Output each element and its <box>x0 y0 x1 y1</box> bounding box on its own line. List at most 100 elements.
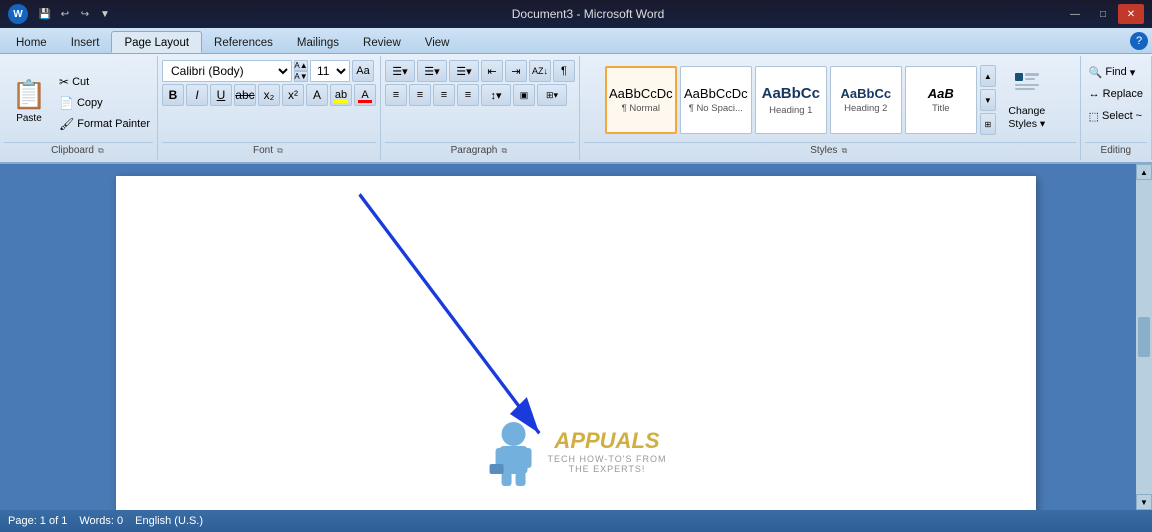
style-h2-text: AaBbCc <box>841 86 892 102</box>
styles-expand-button[interactable]: ⊞ <box>980 113 996 135</box>
scroll-up-button[interactable]: ▲ <box>1136 164 1152 180</box>
styles-label: Styles ⧉ <box>584 142 1076 158</box>
tab-review[interactable]: Review <box>351 31 413 53</box>
more-quick-btn[interactable]: ▼ <box>96 6 114 22</box>
borders-button[interactable]: ⊞▾ <box>537 84 567 106</box>
select-button[interactable]: ⬚ Select ~ <box>1085 106 1146 126</box>
line-spacing-button[interactable]: ↕▾ <box>481 84 511 106</box>
para-row1: ☰▾ ☰▾ ☰▾ ⇤ ⇥ AZ↓ ¶ <box>385 60 575 82</box>
style-h1-text: AaBbCc <box>762 85 820 103</box>
paragraph-expander[interactable]: ⧉ <box>499 146 509 156</box>
copy-button[interactable]: 📄 Copy <box>56 93 153 113</box>
strikethrough-button[interactable]: abc <box>234 84 256 106</box>
minimize-btn[interactable]: — <box>1062 4 1088 24</box>
styles-down-button[interactable]: ▼ <box>980 89 996 111</box>
replace-button[interactable]: ↔ Replace <box>1085 84 1147 104</box>
paragraph-group: ☰▾ ☰▾ ☰▾ ⇤ ⇥ AZ↓ ¶ ≡ ≡ ≡ ≡ ↕▾ ▣ ⊞▾ <box>381 56 580 160</box>
shading-button[interactable]: ▣ <box>513 84 535 106</box>
editing-content: 🔍 Find ▾ ↔ Replace ⬚ Select ~ <box>1085 58 1147 142</box>
undo-quick-btn[interactable]: ↩ <box>56 6 74 22</box>
quick-access-toolbar: 💾 ↩ ↪ ▼ <box>36 6 114 22</box>
font-row2: B I U abc x₂ x² A ab A <box>162 84 376 106</box>
style-h1-card[interactable]: AaBbCc Heading 1 <box>755 66 827 134</box>
underline-button[interactable]: U <box>210 84 232 106</box>
bullets-button[interactable]: ☰▾ <box>385 60 415 82</box>
tab-references[interactable]: References <box>202 31 285 53</box>
font-family-select[interactable]: Calibri (Body) <box>162 60 292 82</box>
superscript-button[interactable]: x² <box>282 84 304 106</box>
tab-insert[interactable]: Insert <box>59 31 112 53</box>
clipboard-label: Clipboard ⧉ <box>4 142 153 158</box>
clipboard-expander[interactable]: ⧉ <box>96 146 106 156</box>
replace-label: Replace <box>1103 88 1143 100</box>
replace-icon: ↔ <box>1089 88 1100 100</box>
font-expander[interactable]: ⧉ <box>275 146 285 156</box>
style-nospace-card[interactable]: AaBbCcDc ¶ No Spaci... <box>680 66 752 134</box>
style-title-card[interactable]: AaB Title <box>905 66 977 134</box>
document-page[interactable]: APPUALS TECH HOW-TO'S FROM THE EXPERTS! <box>116 176 1036 510</box>
save-quick-btn[interactable]: 💾 <box>36 6 54 22</box>
font-color-button[interactable]: A <box>354 84 376 106</box>
cut-label: Cut <box>72 76 89 88</box>
scroll-thumb[interactable] <box>1138 317 1150 357</box>
ribbon: 📋 Paste ✂ Cut 📄 Copy 🖌 Format Painter <box>0 54 1152 164</box>
increase-indent-button[interactable]: ⇥ <box>505 60 527 82</box>
font-color-indicator <box>358 100 372 103</box>
multilevel-button[interactable]: ☰▾ <box>449 60 479 82</box>
style-h1-label: Heading 1 <box>769 105 812 116</box>
font-content: Calibri (Body) A▲ A▼ 11 Aa B I U abc <box>162 58 376 142</box>
page-count: Page: 1 of 1 <box>8 515 67 527</box>
redo-quick-btn[interactable]: ↪ <box>76 6 94 22</box>
editing-label: Editing <box>1085 142 1147 158</box>
paragraph-label: Paragraph ⧉ <box>385 142 575 158</box>
tab-page-layout[interactable]: Page Layout <box>111 31 202 53</box>
grow-font-button[interactable]: A▲ <box>294 60 308 71</box>
style-normal-text: AaBbCcDc <box>609 86 673 102</box>
paste-button[interactable]: 📋 Paste <box>4 66 54 136</box>
style-title-label: Title <box>932 103 950 114</box>
ribbon-tabs: Home Insert Page Layout References Maili… <box>0 28 1152 54</box>
vertical-scrollbar[interactable]: ▲ ▼ <box>1136 164 1152 510</box>
align-right-button[interactable]: ≡ <box>433 84 455 106</box>
cut-button[interactable]: ✂ Cut <box>56 72 153 92</box>
style-title-text: AaB <box>928 86 954 102</box>
numbering-button[interactable]: ☰▾ <box>417 60 447 82</box>
bold-button[interactable]: B <box>162 84 184 106</box>
sort-button[interactable]: AZ↓ <box>529 60 551 82</box>
decrease-indent-button[interactable]: ⇤ <box>481 60 503 82</box>
subscript-button[interactable]: x₂ <box>258 84 280 106</box>
styles-up-button[interactable]: ▲ <box>980 65 996 87</box>
font-size-select[interactable]: 11 <box>310 60 350 82</box>
justify-button[interactable]: ≡ <box>457 84 479 106</box>
style-normal-card[interactable]: AaBbCcDc ¶ Normal <box>605 66 677 134</box>
show-hide-button[interactable]: ¶ <box>553 60 575 82</box>
clear-format-button[interactable]: Aa <box>352 60 374 82</box>
styles-expander[interactable]: ⧉ <box>839 146 849 156</box>
styles-group: AaBbCcDc ¶ Normal AaBbCcDc ¶ No Spaci...… <box>580 56 1081 160</box>
maximize-btn[interactable]: □ <box>1090 4 1116 24</box>
help-button[interactable]: ? <box>1130 32 1148 50</box>
close-btn[interactable]: ✕ <box>1118 4 1144 24</box>
tab-view[interactable]: View <box>413 31 462 53</box>
cut-icon: ✂ <box>59 75 69 89</box>
title-bar: W 💾 ↩ ↪ ▼ Document3 - Microsoft Word — □… <box>0 0 1152 28</box>
window-title: Document3 - Microsoft Word <box>512 7 665 21</box>
find-button[interactable]: 🔍 Find ▾ <box>1085 62 1140 82</box>
scroll-down-button[interactable]: ▼ <box>1136 494 1152 510</box>
tab-mailings[interactable]: Mailings <box>285 31 351 53</box>
format-painter-button[interactable]: 🖌 Format Painter <box>56 114 153 134</box>
align-center-button[interactable]: ≡ <box>409 84 431 106</box>
align-left-button[interactable]: ≡ <box>385 84 407 106</box>
tab-home[interactable]: Home <box>4 31 59 53</box>
style-h2-card[interactable]: AaBbCc Heading 2 <box>830 66 902 134</box>
select-label: Select ~ <box>1102 110 1142 122</box>
highlight-color-button[interactable]: ab <box>330 84 352 106</box>
font-group: Calibri (Body) A▲ A▼ 11 Aa B I U abc <box>158 56 381 160</box>
change-styles-button[interactable]: ChangeStyles ▾ <box>999 66 1055 134</box>
shrink-font-button[interactable]: A▼ <box>294 71 308 82</box>
font-row1: Calibri (Body) A▲ A▼ 11 Aa <box>162 60 374 82</box>
change-styles-icon <box>1013 70 1041 101</box>
italic-button[interactable]: I <box>186 84 208 106</box>
styles-content: AaBbCcDc ¶ Normal AaBbCcDc ¶ No Spaci...… <box>601 58 1059 142</box>
text-effects-button[interactable]: A <box>306 84 328 106</box>
